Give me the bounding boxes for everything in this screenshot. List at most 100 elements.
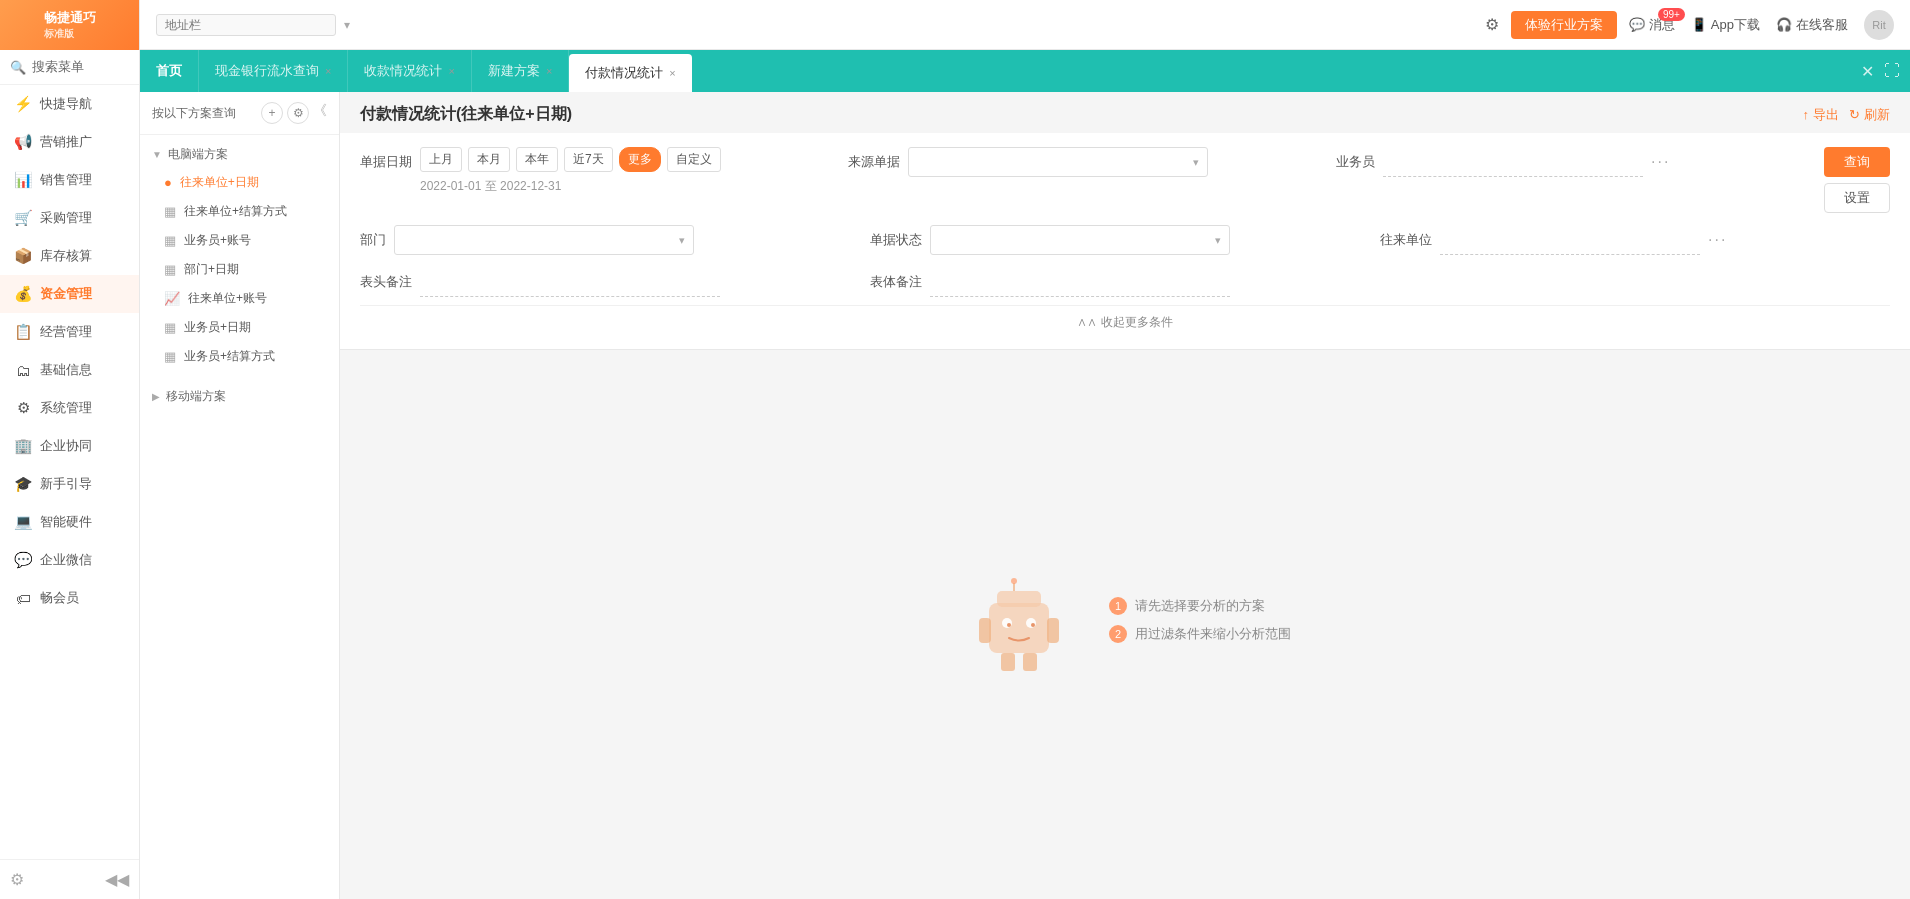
search-menu-item[interactable]: 🔍 搜索菜单 <box>0 50 139 85</box>
svg-rect-4 <box>1023 653 1037 671</box>
scheme-item-salesperson-date[interactable]: ▦ 业务员+日期 <box>140 313 339 342</box>
tab-payment-stats-close[interactable]: × <box>669 67 675 79</box>
scheme-settings-button[interactable]: ⚙ <box>287 102 309 124</box>
dept-select[interactable]: ▾ <box>394 225 694 255</box>
export-label: 导出 <box>1813 106 1839 124</box>
refresh-button[interactable]: ↻ 刷新 <box>1849 106 1890 124</box>
app-download-button[interactable]: 📱 App下载 <box>1691 16 1760 34</box>
sidebar-item-guide[interactable]: 🎓 新手引导 <box>0 465 139 503</box>
scheme-item-partner-date[interactable]: ● 往来单位+日期 <box>140 168 339 197</box>
tab-payment-stats[interactable]: 付款情况统计 × <box>569 54 691 92</box>
collapse-more-button[interactable]: ∧∧ 收起更多条件 <box>360 305 1890 339</box>
date-this-month[interactable]: 本月 <box>468 147 510 172</box>
address-dropdown-icon[interactable]: ▾ <box>344 18 350 32</box>
header-note-input[interactable] <box>420 267 720 297</box>
export-button[interactable]: ↑ 导出 <box>1803 106 1840 124</box>
svg-point-7 <box>1026 618 1036 628</box>
svg-point-6 <box>1002 618 1012 628</box>
sidebar-item-operations[interactable]: 📋 经营管理 <box>0 313 139 351</box>
scheme-item-label: 部门+日期 <box>184 261 239 278</box>
partner-more-icon[interactable]: ··· <box>1708 231 1727 249</box>
scheme-item-label: 业务员+结算方式 <box>184 348 275 365</box>
tab-receivable-label: 收款情况统计 <box>364 62 442 80</box>
tab-home[interactable]: 首页 <box>140 50 199 92</box>
tab-close-all-icon[interactable]: ✕ <box>1861 62 1874 81</box>
online-service-label: 在线客服 <box>1796 16 1848 34</box>
message-button[interactable]: 💬 消息 99+ <box>1629 16 1675 34</box>
main-area: ▾ ⚙ 体验行业方案 💬 消息 99+ 📱 App下载 🎧 在线客服 Rit 首… <box>140 0 1910 899</box>
sidebar-item-label: 销售管理 <box>40 171 92 189</box>
tab-cash-flow[interactable]: 现金银行流水查询 × <box>199 50 348 92</box>
tab-receivable-close[interactable]: × <box>448 65 454 77</box>
settings-button[interactable]: 设置 <box>1824 183 1890 213</box>
scheme-collapse-button[interactable]: 《 <box>313 102 327 124</box>
sidebar-item-enterprise[interactable]: 🏢 企业协同 <box>0 427 139 465</box>
sidebar-item-member[interactable]: 🏷 畅会员 <box>0 579 139 617</box>
sidebar-item-system[interactable]: ⚙ 系统管理 <box>0 389 139 427</box>
date-this-year[interactable]: 本年 <box>516 147 558 172</box>
scheme-item-partner-account[interactable]: 📈 往来单位+账号 <box>140 284 339 313</box>
app-version: 标准版 <box>44 27 96 41</box>
sidebar-item-wechat[interactable]: 💬 企业微信 <box>0 541 139 579</box>
scheme-section-pc: ▼ 电脑端方案 ● 往来单位+日期 ▦ 往来单位+结算方式 ▦ 业务员+账号 ▦ <box>140 135 339 377</box>
sidebar-item-marketing[interactable]: 📢 营销推广 <box>0 123 139 161</box>
basic-info-icon: 🗂 <box>14 361 32 379</box>
settings-icon[interactable]: ⚙ <box>1485 15 1499 34</box>
address-input[interactable] <box>156 14 336 36</box>
scheme-item-label: 往来单位+结算方式 <box>184 203 287 220</box>
tab-fullscreen-icon[interactable]: ⛶ <box>1884 62 1900 80</box>
tab-cash-flow-label: 现金银行流水查询 <box>215 62 319 80</box>
user-avatar[interactable]: Rit <box>1864 10 1894 40</box>
sidebar-item-finance[interactable]: 💰 资金管理 <box>0 275 139 313</box>
tab-cash-flow-close[interactable]: × <box>325 65 331 77</box>
system-icon: ⚙ <box>14 399 32 417</box>
svg-rect-2 <box>1047 618 1059 643</box>
sidebar-item-inventory[interactable]: 📦 库存核算 <box>0 237 139 275</box>
query-button[interactable]: 查询 <box>1824 147 1890 177</box>
page-title: 付款情况统计(往来单位+日期) <box>360 104 572 125</box>
headset-icon: 🎧 <box>1776 17 1792 32</box>
date-more[interactable]: 更多 <box>619 147 661 172</box>
sidebar-item-label: 基础信息 <box>40 361 92 379</box>
sidebar-item-purchase[interactable]: 🛒 采购管理 <box>0 199 139 237</box>
sidebar-item-sales[interactable]: 📊 销售管理 <box>0 161 139 199</box>
sidebar-item-label: 企业微信 <box>40 551 92 569</box>
doc-status-select[interactable]: ▾ <box>930 225 1230 255</box>
settings-footer-icon[interactable]: ⚙ <box>10 870 24 889</box>
add-scheme-button[interactable]: + <box>261 102 283 124</box>
add-icon: + <box>268 106 275 120</box>
chart-icon-4: ▦ <box>164 320 176 335</box>
tab-new-scheme[interactable]: 新建方案 × <box>472 50 569 92</box>
sidebar-logo: 畅捷通巧 标准版 <box>0 0 139 50</box>
tab-payment-stats-label: 付款情况统计 <box>585 64 663 82</box>
empty-hint-2: 2 用过滤条件来缩小分析范围 <box>1109 625 1291 643</box>
salesperson-filter: 业务员 ··· <box>1336 147 1824 177</box>
salesperson-input[interactable] <box>1383 147 1643 177</box>
tab-new-scheme-close[interactable]: × <box>546 65 552 77</box>
hint-text-2: 用过滤条件来缩小分析范围 <box>1135 625 1291 643</box>
sidebar-item-quick-nav[interactable]: ⚡ 快捷导航 <box>0 85 139 123</box>
date-7days[interactable]: 近7天 <box>564 147 613 172</box>
member-icon: 🏷 <box>14 589 32 607</box>
tab-receivable[interactable]: 收款情况统计 × <box>348 50 471 92</box>
source-select[interactable]: ▾ <box>908 147 1208 177</box>
scheme-item-salesperson-account[interactable]: ▦ 业务员+账号 <box>140 226 339 255</box>
partner-input[interactable] <box>1440 225 1700 255</box>
section-label: 移动端方案 <box>166 388 226 405</box>
doc-status-dropdown-icon: ▾ <box>1215 234 1221 247</box>
sidebar-item-basic-info[interactable]: 🗂 基础信息 <box>0 351 139 389</box>
salesperson-more-icon[interactable]: ··· <box>1651 153 1670 171</box>
tab-new-scheme-label: 新建方案 <box>488 62 540 80</box>
date-last-month[interactable]: 上月 <box>420 147 462 172</box>
scheme-section-pc-title[interactable]: ▼ 电脑端方案 <box>140 141 339 168</box>
scheme-section-mobile-title[interactable]: ▶ 移动端方案 <box>140 383 339 410</box>
sidebar-item-smart-hw[interactable]: 💻 智能硬件 <box>0 503 139 541</box>
body-note-input[interactable] <box>930 267 1230 297</box>
scheme-item-dept-date[interactable]: ▦ 部门+日期 <box>140 255 339 284</box>
scheme-item-partner-settle[interactable]: ▦ 往来单位+结算方式 <box>140 197 339 226</box>
trial-button[interactable]: 体验行业方案 <box>1511 11 1617 39</box>
date-custom[interactable]: 自定义 <box>667 147 721 172</box>
scheme-item-salesperson-settle[interactable]: ▦ 业务员+结算方式 <box>140 342 339 371</box>
collapse-sidebar-icon[interactable]: ◀◀ <box>105 870 129 889</box>
online-service-button[interactable]: 🎧 在线客服 <box>1776 16 1848 34</box>
